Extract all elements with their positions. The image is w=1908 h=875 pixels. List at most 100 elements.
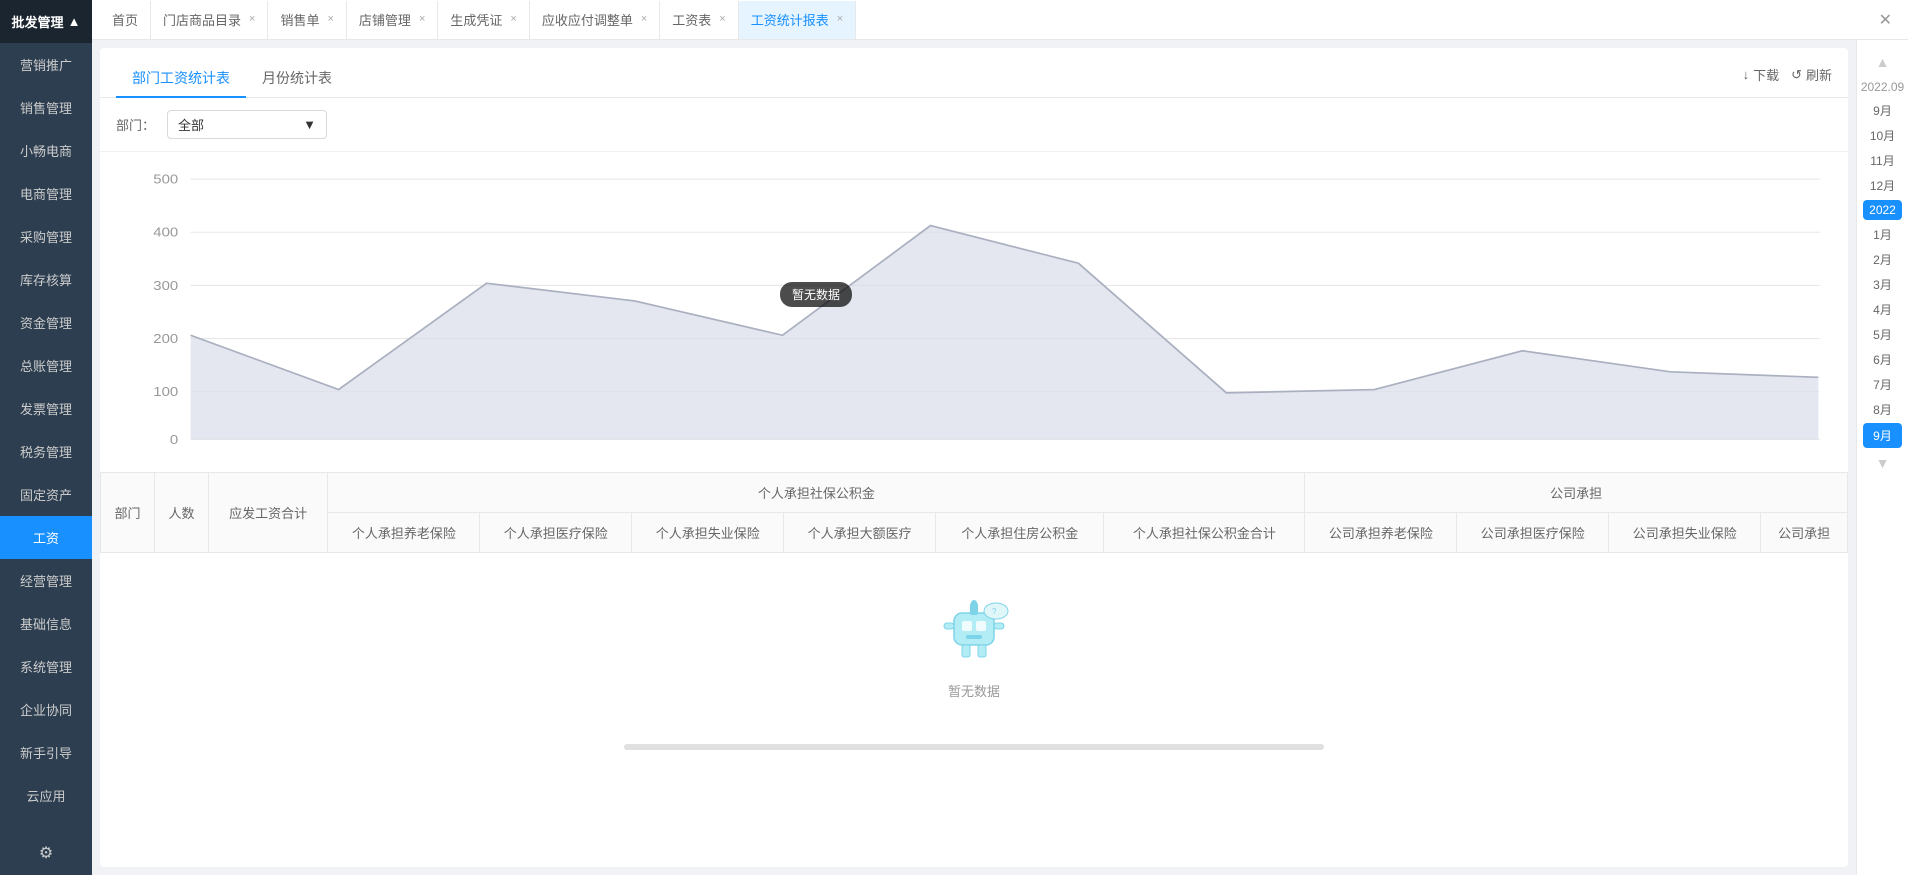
download-icon: ↓	[1743, 67, 1750, 82]
tab-close-icon[interactable]: ×	[641, 14, 647, 25]
tab-工资统计报表[interactable]: 工资统计报表 ×	[739, 1, 856, 39]
month-label-next-1月[interactable]: 1月	[1859, 222, 1906, 247]
main-content: 首页门店商品目录×销售单×店铺管理×生成凭证×应收应付调整单×工资表×工资统计报…	[92, 0, 1908, 875]
sub-tab-部门工资统计表[interactable]: 部门工资统计表	[116, 60, 246, 98]
department-select[interactable]: 全部 ▼	[167, 110, 327, 139]
chart-svg: 500 400 300 200 100 0	[116, 168, 1832, 456]
tab-close-icon[interactable]: ×	[419, 14, 425, 25]
data-table: 部门 人数 应发工资合计 个人承担社保公积金 公司承担 个人承担养老保险 个人承…	[100, 472, 1848, 553]
tab-门店商品目录[interactable]: 门店商品目录 ×	[151, 1, 268, 39]
no-data-area: ? 暂无数据	[100, 553, 1848, 740]
col-total-salary: 应发工资合计	[209, 473, 328, 553]
tabs-container: 首页门店商品目录×销售单×店铺管理×生成凭证×应收应付调整单×工资表×工资统计报…	[100, 1, 1871, 39]
sidebar-item-企业协同[interactable]: 企业协同	[0, 688, 92, 731]
month-label-2022-10月[interactable]: 10月	[1859, 123, 1906, 148]
sidebar-item-基础信息[interactable]: 基础信息	[0, 602, 92, 645]
close-all-tabs-button[interactable]: ✕	[1871, 6, 1900, 34]
tab-close-icon[interactable]: ×	[249, 14, 255, 25]
chevron-up-icon: ▲	[68, 14, 81, 29]
tab-label: 首页	[112, 10, 138, 29]
tab-销售单[interactable]: 销售单 ×	[268, 1, 346, 39]
tab-close-icon[interactable]: ×	[719, 14, 725, 25]
sidebar-item-销售管理[interactable]: 销售管理	[0, 86, 92, 129]
tab-首页[interactable]: 首页	[100, 1, 151, 39]
scroll-up-arrow[interactable]: ▲	[1870, 48, 1896, 76]
col-personal-housing: 个人承担住房公积金	[936, 513, 1104, 553]
month-label-next-9月[interactable]: 9月	[1863, 423, 1902, 448]
col-personal-major-medical: 个人承担大额医疗	[784, 513, 936, 553]
tab-bar: 首页门店商品目录×销售单×店铺管理×生成凭证×应收应付调整单×工资表×工资统计报…	[92, 0, 1908, 40]
sidebar-item-营销推广[interactable]: 营销推广	[0, 43, 92, 86]
department-filter-label: 部门：	[116, 115, 155, 134]
col-department: 部门	[101, 473, 155, 553]
sidebar-item-小畅电商[interactable]: 小畅电商	[0, 129, 92, 172]
tab-店铺管理[interactable]: 店铺管理×	[347, 1, 438, 39]
table-wrapper[interactable]: 部门 人数 应发工资合计 个人承担社保公积金 公司承担 个人承担养老保险 个人承…	[100, 472, 1848, 867]
sidebar-item-库存核算[interactable]: 库存核算	[0, 258, 92, 301]
tab-label: 应收应付调整单	[542, 10, 633, 29]
svg-text:400: 400	[153, 224, 178, 239]
tab-工资表[interactable]: 工资表 ×	[660, 1, 738, 39]
scroll-down-arrow[interactable]: ▼	[1870, 449, 1896, 477]
sidebar-item-资金管理[interactable]: 资金管理	[0, 301, 92, 344]
right-panel: ▲ 2022.09 9月10月11月12月20221月2月3月4月5月6月7月8…	[1856, 40, 1908, 875]
download-button[interactable]: ↓ 下载	[1743, 65, 1780, 84]
month-label-next-8月[interactable]: 8月	[1859, 397, 1906, 422]
refresh-button[interactable]: ↺ 刷新	[1791, 65, 1832, 84]
refresh-icon: ↺	[1791, 67, 1802, 83]
col-personal-pension: 个人承担养老保险	[328, 513, 480, 553]
month-label-2022-12月[interactable]: 12月	[1859, 173, 1906, 198]
col-company-misc: 公司承担	[1761, 513, 1848, 553]
sidebar-item-总账管理[interactable]: 总账管理	[0, 344, 92, 387]
month-label-next-7月[interactable]: 7月	[1859, 372, 1906, 397]
tab-应收应付调整单[interactable]: 应收应付调整单 ×	[530, 1, 660, 39]
settings-icon[interactable]: ⚙	[0, 831, 92, 875]
col-group-personal: 个人承担社保公积金	[328, 473, 1305, 513]
month-label-next-4月[interactable]: 4月	[1859, 297, 1906, 322]
sub-tab-月份统计表[interactable]: 月份统计表	[246, 60, 348, 98]
tab-label: 生成凭证	[450, 10, 502, 29]
tab-生成凭证[interactable]: 生成凭证 ×	[438, 1, 529, 39]
right-panel-months: 9月10月11月12月20221月2月3月4月5月6月7月8月9月	[1859, 98, 1906, 449]
sidebar-item-税务管理[interactable]: 税务管理	[0, 430, 92, 473]
month-label-next-6月[interactable]: 6月	[1859, 347, 1906, 372]
month-label-next-3月[interactable]: 3月	[1859, 272, 1906, 297]
tab-label: 工资表	[672, 10, 711, 29]
col-personal-medical: 个人承担医疗保险	[480, 513, 632, 553]
month-label-2022-11月[interactable]: 11月	[1859, 148, 1906, 173]
tab-label: 工资统计报表	[751, 10, 829, 29]
sidebar-item-工资[interactable]: 工资	[0, 516, 92, 559]
content-area: 部门工资统计表月份统计表 ↓ 下载 ↺ 刷新 部门： 全部 ▼	[92, 40, 1908, 875]
svg-text:0: 0	[170, 432, 178, 447]
sidebar-item-新手引导[interactable]: 新手引导	[0, 731, 92, 774]
sidebar-items: 营销推广销售管理小畅电商电商管理采购管理库存核算资金管理总账管理发票管理税务管理…	[0, 43, 92, 817]
tab-close-icon[interactable]: ×	[327, 14, 333, 25]
sidebar-item-固定资产[interactable]: 固定资产	[0, 473, 92, 516]
sub-tabs-container: 部门工资统计表月份统计表	[116, 60, 348, 97]
sub-tabs: 部门工资统计表月份统计表 ↓ 下载 ↺ 刷新	[100, 48, 1848, 98]
tab-label: 门店商品目录	[163, 10, 241, 29]
main-panel: 部门工资统计表月份统计表 ↓ 下载 ↺ 刷新 部门： 全部 ▼	[100, 48, 1848, 867]
tab-label: 销售单	[280, 10, 319, 29]
tab-close-icon[interactable]: ×	[837, 14, 843, 25]
month-label-next-2月[interactable]: 2月	[1859, 247, 1906, 272]
col-personal-total: 个人承担社保公积金合计	[1104, 513, 1305, 553]
col-company-medical: 公司承担医疗保险	[1457, 513, 1609, 553]
col-company-unemployment: 公司承担失业保险	[1609, 513, 1761, 553]
sidebar-item-经营管理[interactable]: 经营管理	[0, 559, 92, 602]
sidebar-title: 批发管理	[12, 12, 64, 31]
sidebar-header[interactable]: 批发管理 ▲	[0, 0, 92, 43]
chart-area: 500 400 300 200 100 0 暂无数据	[100, 152, 1848, 472]
month-label-next-5月[interactable]: 5月	[1859, 322, 1906, 347]
tab-close-icon[interactable]: ×	[510, 14, 516, 25]
sidebar-item-采购管理[interactable]: 采购管理	[0, 215, 92, 258]
sidebar-item-电商管理[interactable]: 电商管理	[0, 172, 92, 215]
sidebar-item-发票管理[interactable]: 发票管理	[0, 387, 92, 430]
col-group-company: 公司承担	[1305, 473, 1848, 513]
month-label-2022-9月[interactable]: 9月	[1859, 98, 1906, 123]
sidebar-item-云应用[interactable]: 云应用	[0, 774, 92, 817]
col-personal-unemployment: 个人承担失业保险	[632, 513, 784, 553]
year-badge-2022[interactable]: 2022	[1863, 200, 1902, 220]
sidebar-item-系统管理[interactable]: 系统管理	[0, 645, 92, 688]
year-2022-label[interactable]: 2022.09	[1857, 76, 1908, 98]
